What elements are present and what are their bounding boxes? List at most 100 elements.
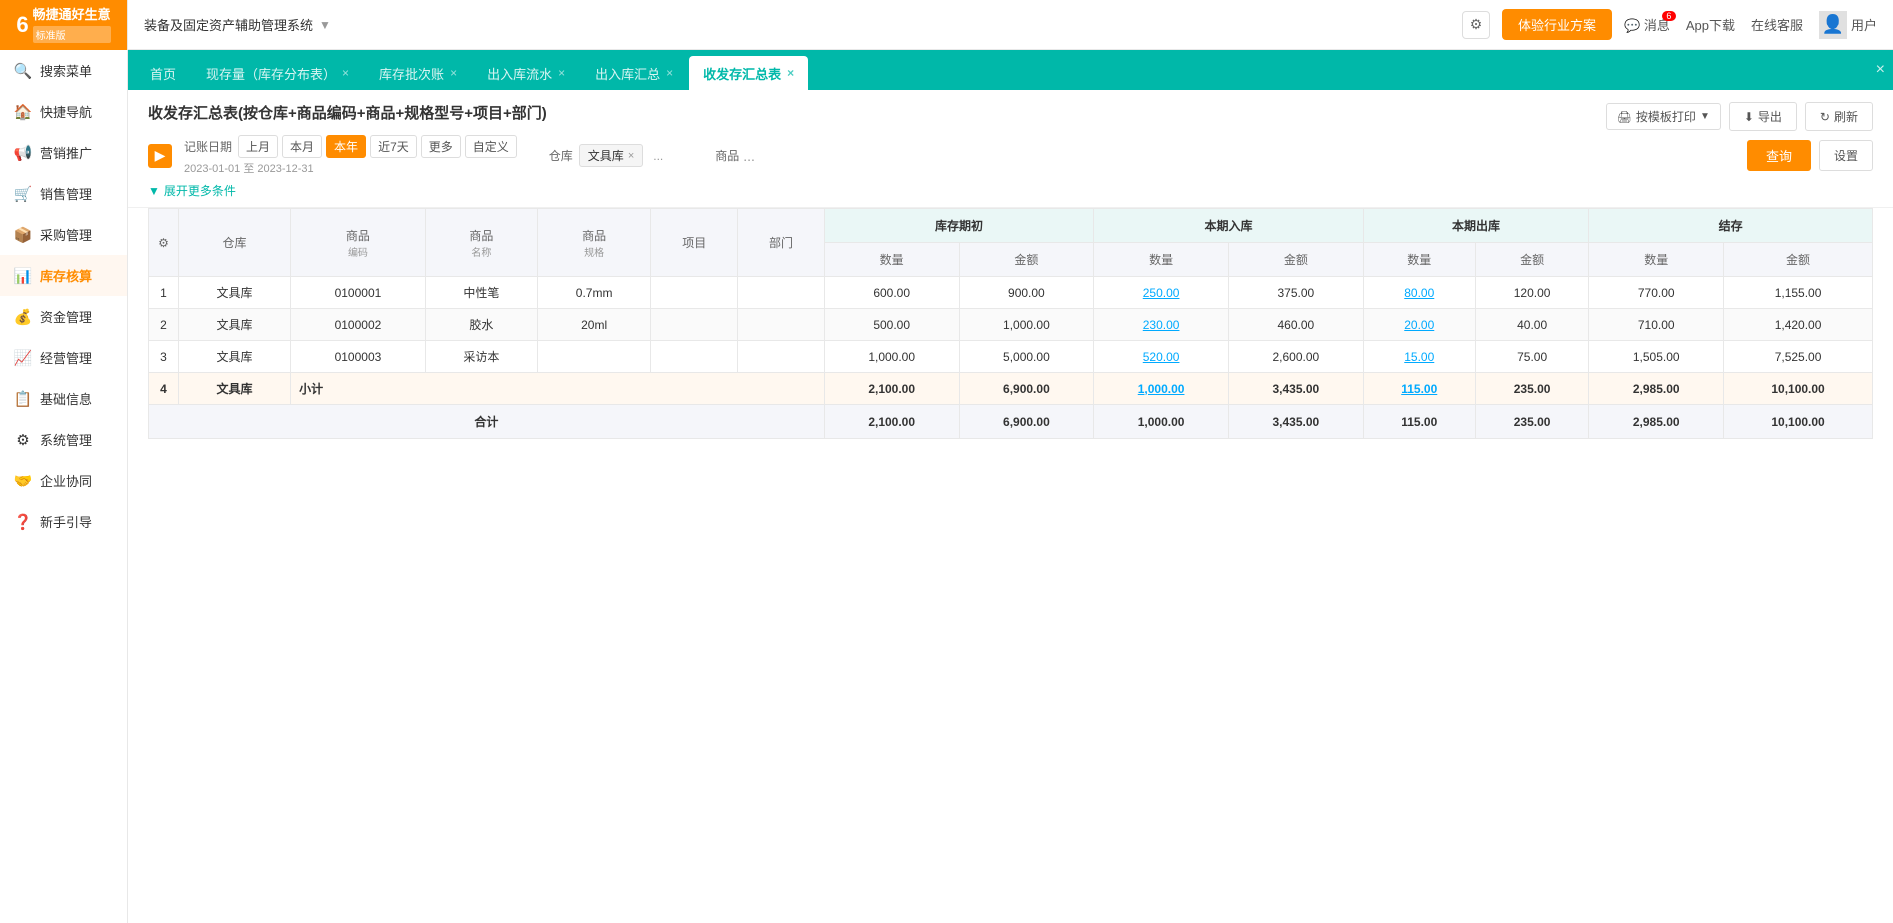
row-2-out-qty[interactable]: 15.00	[1363, 341, 1475, 373]
row-1-out-qty[interactable]: 20.00	[1363, 309, 1475, 341]
total-in-qty: 1,000.00	[1094, 405, 1229, 439]
row-2-in-qty[interactable]: 520.00	[1094, 341, 1229, 373]
sidebar-item-basic-info[interactable]: 📋基础信息	[0, 378, 127, 419]
date-btn-custom[interactable]: 自定义	[465, 135, 517, 158]
expand-more-conditions[interactable]: ▼ 展开更多条件	[148, 182, 1873, 199]
refresh-button[interactable]: ↻ 刷新	[1805, 102, 1873, 131]
row-0-in-amt: 375.00	[1228, 277, 1363, 309]
query-button[interactable]: 查询	[1747, 140, 1811, 171]
row-0-in-qty[interactable]: 250.00	[1094, 277, 1229, 309]
table-subtotal-row: 4 文具库 小计 2,100.00 6,900.00 1,000.00 3,43…	[149, 373, 1873, 405]
table-settings-header[interactable]: ⚙	[149, 209, 179, 277]
row-0-open-qty: 600.00	[824, 277, 959, 309]
filter-toggle-button[interactable]: ▶	[148, 144, 172, 168]
col-project-header: 项目	[651, 209, 738, 277]
row-2-no: 3	[149, 341, 179, 373]
row-1-in-qty[interactable]: 230.00	[1094, 309, 1229, 341]
row-0-project	[651, 277, 738, 309]
basic-info-icon: 📋	[14, 390, 32, 408]
col-out-header: 本期出库	[1363, 209, 1589, 243]
col-opening-qty-header: 数量	[824, 243, 959, 277]
query-actions: 查询 设置	[1747, 140, 1873, 171]
tab-2[interactable]: 库存批次账×	[365, 56, 471, 90]
tab-1[interactable]: 现存量（库存分布表）×	[192, 56, 363, 90]
sidebar-item-inventory[interactable]: 📊库存核算	[0, 255, 127, 296]
row-2-out-amt: 75.00	[1475, 341, 1589, 373]
export-button[interactable]: ⬇ 导出	[1729, 102, 1797, 131]
tab-close-4[interactable]: ×	[666, 66, 673, 80]
col-warehouse-header: 仓库	[179, 209, 291, 277]
col-in-qty-header: 数量	[1094, 243, 1229, 277]
subtotal-out-qty[interactable]: 115.00	[1363, 373, 1475, 405]
finance-icon: 💰	[14, 308, 32, 326]
row-2-bal-qty: 1,505.00	[1589, 341, 1724, 373]
warehouse-tag: 文具库 ×	[579, 144, 643, 167]
app-download-link[interactable]: App下载	[1686, 15, 1735, 34]
row-2-open-amt: 5,000.00	[959, 341, 1094, 373]
sidebar-item-marketing[interactable]: 📢营销推广	[0, 132, 127, 173]
sidebar-label-sales: 销售管理	[40, 184, 92, 203]
tab-close-3[interactable]: ×	[558, 66, 565, 80]
tab-close-2[interactable]: ×	[450, 66, 457, 80]
date-btn-this-month[interactable]: 本月	[282, 135, 322, 158]
print-label: 按模板打印	[1636, 108, 1696, 125]
total-label: 合计	[149, 405, 825, 439]
export-icon: ⬇	[1744, 110, 1754, 124]
trial-button[interactable]: 体验行业方案	[1502, 9, 1612, 40]
col-out-amt-header: 金额	[1475, 243, 1589, 277]
warehouse-tag-close[interactable]: ×	[628, 150, 634, 162]
warehouse-more-dots[interactable]: ...	[653, 149, 663, 163]
topbar-system-title: 装备及固定资产辅助管理系统 ▼	[144, 15, 1450, 34]
date-btn-7days[interactable]: 近7天	[370, 135, 417, 158]
sidebar-item-guide[interactable]: ❓新手引导	[0, 501, 127, 542]
total-open-qty: 2,100.00	[824, 405, 959, 439]
row-0-open-amt: 900.00	[959, 277, 1094, 309]
sidebar-item-purchase[interactable]: 📦采购管理	[0, 214, 127, 255]
date-btn-last-month[interactable]: 上月	[238, 135, 278, 158]
topbar-gear-button[interactable]: ⚙	[1462, 11, 1490, 39]
date-btn-this-year[interactable]: 本年	[326, 135, 366, 158]
sidebar-label-purchase: 采购管理	[40, 225, 92, 244]
setting-button[interactable]: 设置	[1819, 140, 1873, 171]
row-2-name: 采访本	[425, 341, 537, 373]
row-1-project	[651, 309, 738, 341]
quick-nav-icon: 🏠	[14, 103, 32, 121]
sidebar-item-search[interactable]: 🔍搜索菜单	[0, 50, 127, 91]
tab-5[interactable]: 收发存汇总表×	[689, 56, 808, 90]
tab-4[interactable]: 出入库汇总 ×	[581, 56, 687, 90]
sidebar-label-guide: 新手引导	[40, 512, 92, 531]
product-more-dots[interactable]: ...	[743, 148, 755, 164]
col-out-qty-header: 数量	[1363, 243, 1475, 277]
subtotal-in-qty[interactable]: 1,000.00	[1094, 373, 1229, 405]
col-product-spec-header: 商品规格	[537, 209, 651, 277]
col-bal-amt-header: 金额	[1724, 243, 1873, 277]
tab-0[interactable]: 首页	[136, 56, 190, 90]
sidebar-item-quick-nav[interactable]: 🏠快捷导航	[0, 91, 127, 132]
sidebar-item-system[interactable]: ⚙系统管理	[0, 419, 127, 460]
tab-label-4: 出入库汇总	[595, 64, 660, 83]
page-panel: 收发存汇总表(按仓库+商品编码+商品+规格型号+项目+部门) 🖨 按模板打印 ▼…	[128, 90, 1893, 923]
sidebar-item-finance[interactable]: 💰资金管理	[0, 296, 127, 337]
row-1-warehouse: 文具库	[179, 309, 291, 341]
subtotal-warehouse: 文具库	[179, 373, 291, 405]
col-product-name-header: 商品名称	[425, 209, 537, 277]
subtotal-out-amt: 235.00	[1475, 373, 1589, 405]
online-service-link[interactable]: 在线客服	[1751, 15, 1803, 34]
sidebar-item-sales[interactable]: 🛒销售管理	[0, 173, 127, 214]
product-filter: 商品 ...	[695, 147, 755, 164]
row-2-code: 0100003	[291, 341, 426, 373]
sidebar-item-enterprise[interactable]: 🤝企业协同	[0, 460, 127, 501]
date-btn-more[interactable]: 更多	[421, 135, 461, 158]
date-range: 2023-01-01 至 2023-12-31	[184, 160, 517, 176]
user-menu[interactable]: 👤 用户	[1819, 11, 1877, 39]
tab-close-1[interactable]: ×	[342, 66, 349, 80]
sidebar-item-operations[interactable]: 📈经营管理	[0, 337, 127, 378]
print-button[interactable]: 🖨 按模板打印 ▼	[1606, 103, 1721, 130]
total-out-amt: 235.00	[1475, 405, 1589, 439]
tabbar-close-all[interactable]: ×	[1876, 61, 1885, 79]
filter-warehouse: 仓库 文具库 × ...	[549, 144, 663, 167]
row-0-out-qty[interactable]: 80.00	[1363, 277, 1475, 309]
tab-close-5[interactable]: ×	[787, 66, 794, 80]
message-badge-container[interactable]: 💬 6 消息	[1624, 15, 1670, 34]
tab-3[interactable]: 出入库流水×	[473, 56, 579, 90]
